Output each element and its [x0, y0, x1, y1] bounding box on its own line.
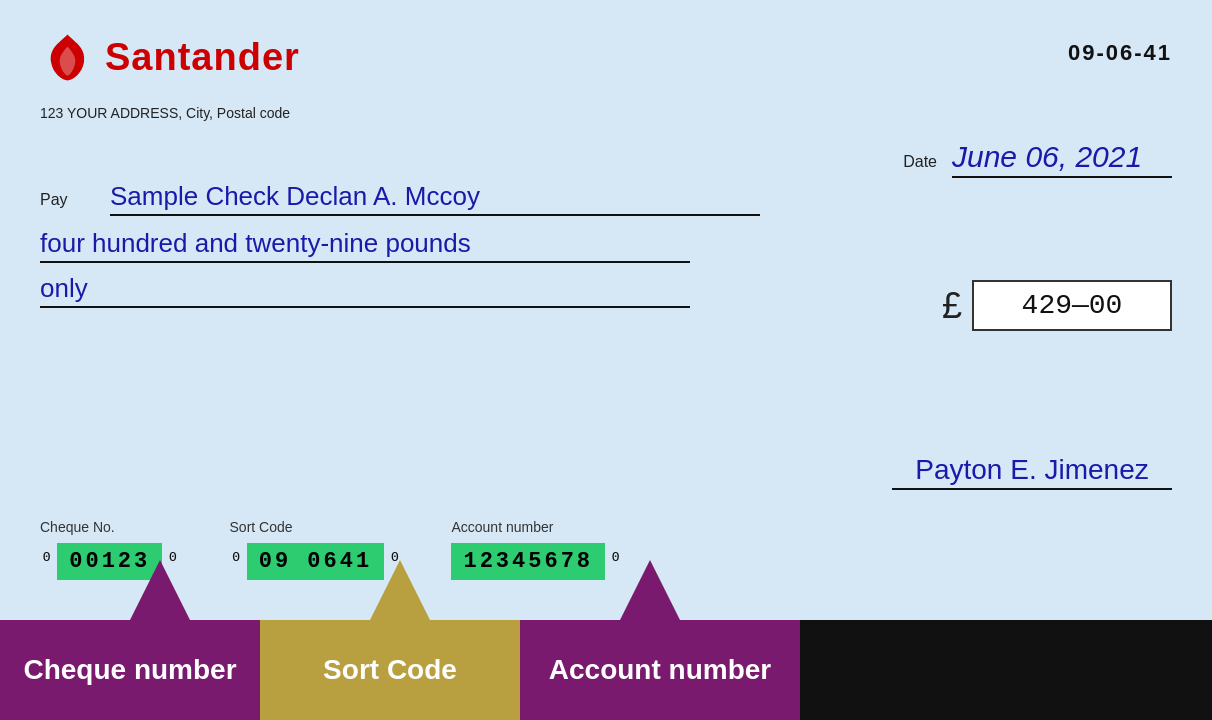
bottom-cheque-number: Cheque number	[0, 620, 260, 720]
arrow-sort	[370, 560, 430, 620]
account-number-label: Account number	[451, 519, 553, 535]
account-number-strip: 12345678 ⁰	[451, 543, 622, 580]
address: 123 YOUR ADDRESS, City, Postal code	[40, 105, 1172, 121]
sort-code-label: Sort Code	[230, 519, 293, 535]
cheque-header: Santander 09-06-41	[40, 30, 1172, 85]
bottom-sort-code: Sort Code	[260, 620, 520, 720]
pay-row: Pay Sample Check Declan A. Mccoy	[40, 181, 1172, 216]
bottom-account-number: Account number	[520, 620, 800, 720]
amount-words-line1: four hundred and twenty-nine pounds	[40, 228, 690, 263]
pound-sign: £	[942, 285, 962, 327]
amount-box-section: £ 429—00	[942, 280, 1172, 331]
payee-name: Sample Check Declan A. Mccoy	[110, 181, 760, 216]
arrow-cheque	[130, 560, 190, 620]
micr-bar-left-cheque: ⁰	[40, 548, 53, 575]
bottom-bar: Cheque number Sort Code Account number	[0, 620, 1212, 720]
sort-code-value: 09 0641	[247, 543, 384, 580]
logo-container: Santander	[40, 30, 300, 85]
date-label: Date	[903, 153, 937, 171]
signature: Payton E. Jimenez	[892, 454, 1172, 490]
amount-words-row: four hundred and twenty-nine pounds	[40, 228, 1172, 263]
amount-box: 429—00	[972, 280, 1172, 331]
pay-label: Pay	[40, 191, 90, 209]
amount-words-line2: only	[40, 273, 690, 308]
logo-text: Santander	[105, 36, 300, 79]
micr-bar-left-sort: ⁰	[230, 548, 243, 575]
micr-section: Cheque No. ⁰ 00123 ⁰ Sort Code ⁰ 09 0641…	[40, 519, 1172, 580]
arrow-account	[620, 560, 680, 620]
cheque: Santander 09-06-41 123 YOUR ADDRESS, Cit…	[0, 0, 1212, 620]
sort-code-display: 09-06-41	[1068, 40, 1172, 66]
santander-flame-icon	[40, 30, 95, 85]
account-number-group: Account number 12345678 ⁰	[451, 519, 622, 580]
bottom-empty	[800, 620, 1212, 720]
date-row: Date June 06, 2021	[903, 140, 1172, 178]
cheque-number-label: Cheque No.	[40, 519, 115, 535]
date-value: June 06, 2021	[952, 140, 1172, 178]
account-number-value: 12345678	[451, 543, 605, 580]
